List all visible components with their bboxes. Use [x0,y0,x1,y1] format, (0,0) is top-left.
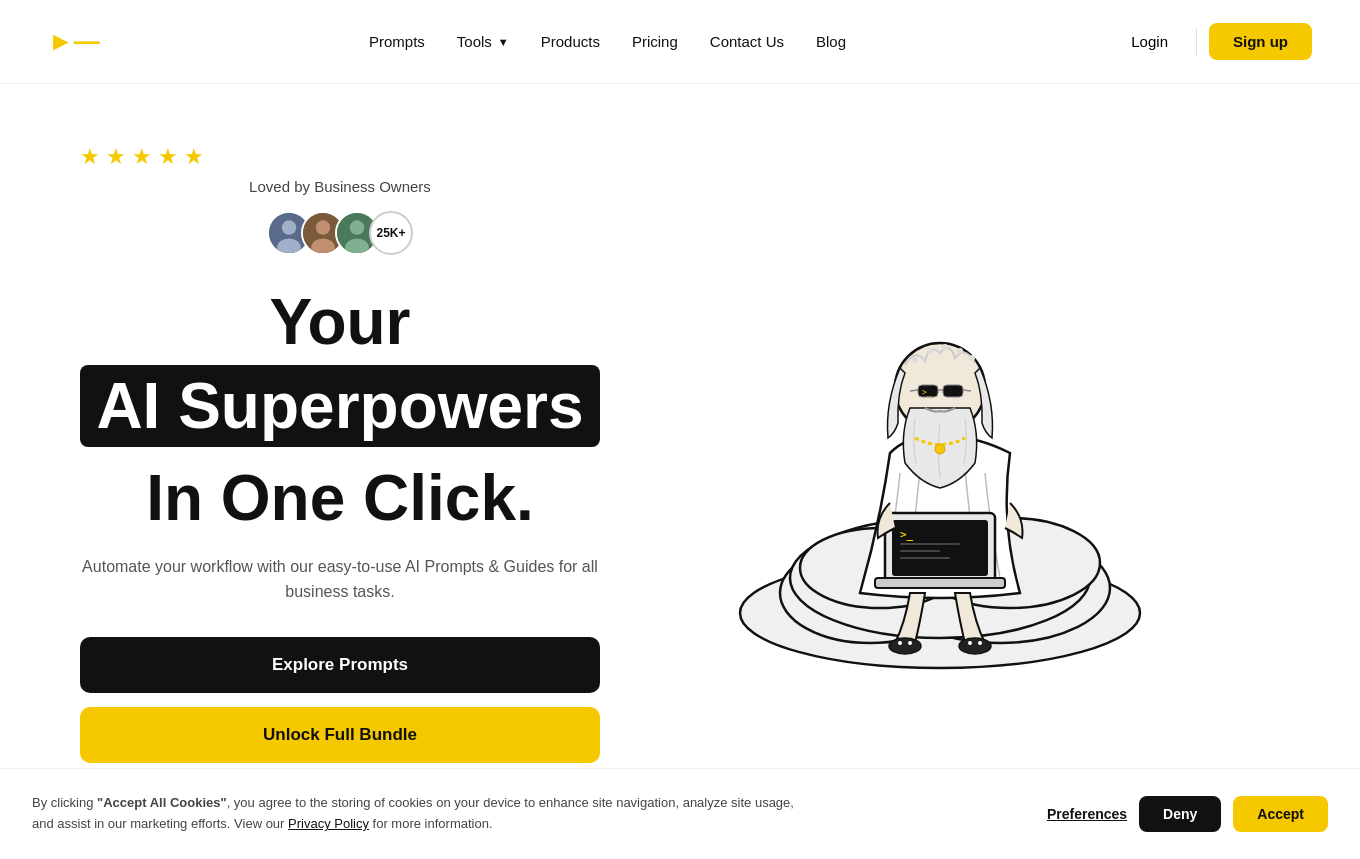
hero-left: ★ ★ ★ ★ ★ Loved by Business Owners [80,144,600,763]
svg-point-40 [935,444,945,454]
svg-line-32 [910,390,918,391]
svg-point-26 [968,641,972,645]
cookie-actions: Preferences Deny Accept [1047,796,1328,803]
cookie-text-prefix: By clicking [32,795,97,803]
nav-links: Prompts Tools ▼ Products Pricing Contact… [369,33,846,50]
star-rating: ★ ★ ★ ★ ★ [80,144,600,170]
hero-subtitle: Automate your workflow with our easy-to-… [80,554,600,605]
svg-rect-30 [943,385,963,397]
nav-tools-label: Tools [457,33,492,50]
hero-title-line1: Your [80,287,600,357]
nav-link-blog[interactable]: Blog [816,33,846,50]
svg-point-37 [942,344,948,350]
user-count-badge: 25K+ [369,211,413,255]
nav-link-products[interactable]: Products [541,33,600,50]
svg-point-25 [908,641,912,645]
svg-point-36 [927,348,933,354]
nav-tools-item[interactable]: Tools ▼ [457,33,509,50]
svg-point-1 [282,220,297,235]
hero-illustration-container: >_ [600,223,1280,683]
svg-text:>_: >_ [922,388,932,397]
svg-rect-16 [875,578,1005,588]
nav-link-pricing[interactable]: Pricing [632,33,678,50]
accept-button[interactable]: Accept [1233,796,1328,803]
svg-rect-20 [900,550,940,552]
svg-point-38 [957,348,963,354]
svg-point-7 [350,220,365,235]
hero-section: ★ ★ ★ ★ ★ Loved by Business Owners [0,84,1360,803]
cookie-banner: By clicking "Accept All Cookies", you ag… [0,768,1360,803]
svg-point-39 [969,355,975,361]
login-button[interactable]: Login [1115,25,1184,58]
logo[interactable]: ►— [48,26,100,57]
unlock-bundle-button[interactable]: Unlock Full Bundle [80,707,600,763]
cookie-accept-text: "Accept All Cookies" [97,795,227,803]
navbar: ►— Prompts Tools ▼ Products Pricing Cont… [0,0,1360,84]
hero-highlight-container: AI Superpowers [80,365,600,455]
svg-point-27 [978,641,982,645]
hero-illustration: >_ [700,223,1180,683]
nav-link-prompts[interactable]: Prompts [369,33,425,50]
deny-button[interactable]: Deny [1139,796,1221,803]
hero-highlight-text: AI Superpowers [80,365,599,447]
svg-point-4 [316,220,331,235]
nav-actions: Login Sign up [1115,23,1312,60]
user-avatars: 25K+ [80,211,600,255]
svg-rect-21 [900,557,950,559]
svg-rect-19 [900,543,960,545]
star-4: ★ [158,144,178,170]
svg-text:>_: >_ [900,528,914,541]
explore-prompts-button[interactable]: Explore Prompts [80,637,600,693]
svg-line-33 [963,390,971,391]
svg-point-22 [889,638,921,654]
loved-text: Loved by Business Owners [80,178,600,195]
nav-tools-dropdown[interactable]: Prompts [369,33,425,50]
hero-title-line2: In One Click. [80,463,600,533]
cookie-text: By clicking "Accept All Cookies", you ag… [32,793,812,803]
logo-icon: ►— [48,26,100,57]
chevron-down-icon: ▼ [498,36,509,48]
svg-point-24 [898,641,902,645]
signup-button[interactable]: Sign up [1209,23,1312,60]
nav-link-contact[interactable]: Contact Us [710,33,784,50]
star-5: ★ [184,144,204,170]
svg-point-35 [912,357,918,363]
star-3: ★ [132,144,152,170]
star-2: ★ [106,144,126,170]
star-1: ★ [80,144,100,170]
svg-point-23 [959,638,991,654]
nav-divider [1196,28,1197,56]
